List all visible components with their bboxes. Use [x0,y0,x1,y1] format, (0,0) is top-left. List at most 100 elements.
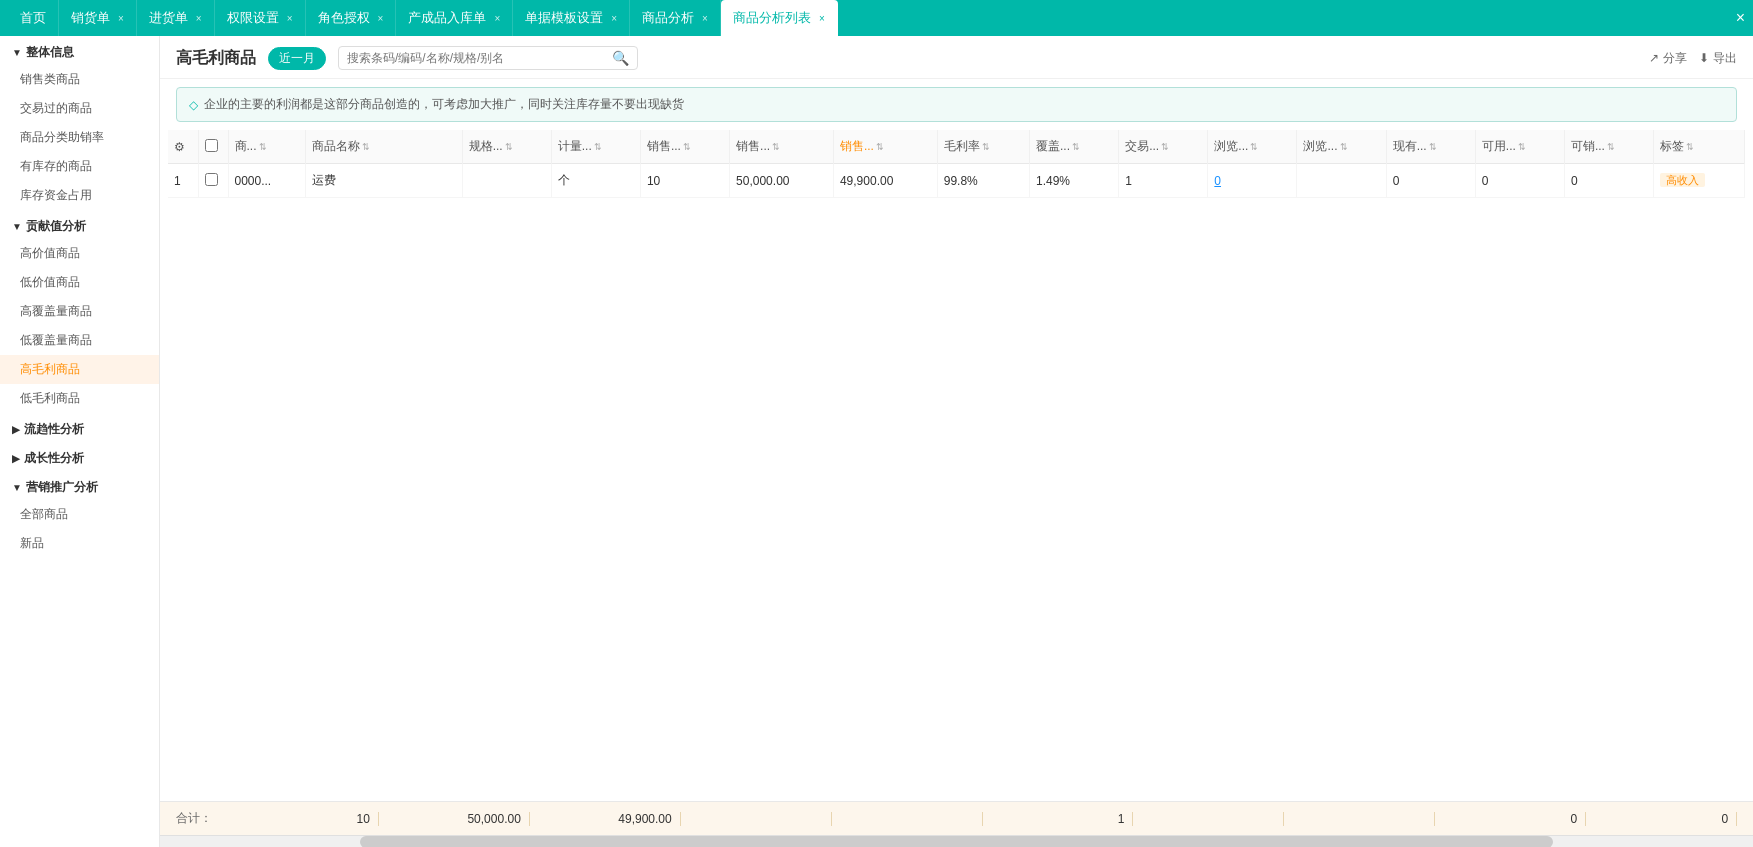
col-spec[interactable]: 规格...⇅ [462,130,551,164]
table-wrapper: ⚙ 商...⇅ 商品名称⇅ 规格...⇅ 计量...⇅ 销售...⇅ 销售...… [160,130,1753,801]
sidebar-item-stocked-goods[interactable]: 有库存的商品 [0,152,159,181]
filter-recent-month-button[interactable]: 近一月 [268,47,326,70]
data-table: ⚙ 商...⇅ 商品名称⇅ 规格...⇅ 计量...⇅ 销售...⇅ 销售...… [168,130,1745,198]
info-icon: ◇ [189,98,198,112]
footer-cell-sales-amount: 50,000.00 [379,812,530,826]
nav-tab-sales-close[interactable]: × [118,13,124,24]
sidebar-section-marketing-arrow: ▼ [12,482,22,493]
cell-saleable-stock: 0 [1564,164,1653,198]
footer-bar: 合计： 10 50,000.00 49,900.00 1 0 0 [160,801,1753,835]
nav-tab-analysis-list-close[interactable]: × [819,13,825,24]
sidebar-section-growth[interactable]: ▶ 成长性分析 [0,442,159,471]
nav-tab-analysis-list[interactable]: 商品分析列表 × [721,0,838,36]
page-title: 高毛利商品 [176,48,256,69]
nav-tab-finished-goods-close[interactable]: × [494,13,500,24]
col-trade[interactable]: 交易...⇅ [1119,130,1208,164]
export-icon: ⬇ [1699,51,1709,65]
nav-tab-finished-goods[interactable]: 产成品入库单 × [396,0,513,36]
search-input[interactable] [347,51,612,65]
col-current-stock[interactable]: 现有...⇅ [1386,130,1475,164]
sidebar-collapse-btn[interactable]: 《 [159,424,160,460]
nav-tab-purchase-close[interactable]: × [196,13,202,24]
export-button[interactable]: ⬇ 导出 [1699,50,1737,67]
top-nav: 首页 销货单 × 进货单 × 权限设置 × 角色授权 × 产成品入库单 × 单据… [0,0,1753,36]
sidebar-section-overall-arrow: ▼ [12,47,22,58]
sidebar-section-contribution[interactable]: ▼ 贡献值分析 [0,210,159,239]
nav-tab-template[interactable]: 单据模板设置 × [513,0,630,36]
nav-tab-home[interactable]: 首页 [8,0,59,36]
col-tag[interactable]: 标签⇅ [1654,130,1745,164]
col-available-stock[interactable]: 可用...⇅ [1475,130,1564,164]
cell-browse1[interactable]: 0 [1208,164,1297,198]
cell-sales-amount: 50,000.00 [730,164,834,198]
sidebar-section-trend[interactable]: ▶ 流趋性分析 [0,413,159,442]
nav-tab-template-close[interactable]: × [611,13,617,24]
col-name[interactable]: 商品名称⇅ [306,130,462,164]
col-settings[interactable]: ⚙ [168,130,198,164]
bottom-scrollbar-thumb[interactable] [360,836,1553,847]
nav-tab-analysis-label: 商品分析 [642,9,694,27]
search-icon[interactable]: 🔍 [612,50,629,66]
sidebar-section-marketing-label: 营销推广分析 [26,479,98,496]
sidebar-item-high-coverage[interactable]: 高覆盖量商品 [0,297,159,326]
cell-browse2 [1297,164,1386,198]
sidebar-item-high-margin[interactable]: 高毛利商品 [0,355,159,384]
info-banner: ◇ 企业的主要的利润都是这部分商品创造的，可考虑加大推广，同时关注库存量不要出现… [176,87,1737,122]
col-sales-profit[interactable]: 销售...⇅ [833,130,937,164]
cell-trade: 1 [1119,164,1208,198]
nav-tab-purchase-label: 进货单 [149,9,188,27]
share-button[interactable]: ↗ 分享 [1649,50,1687,67]
export-label: 导出 [1713,50,1737,67]
sidebar-item-traded-goods[interactable]: 交易过的商品 [0,94,159,123]
sidebar-section-marketing[interactable]: ▼ 营销推广分析 [0,471,159,500]
sidebar-section-overall[interactable]: ▼ 整体信息 [0,36,159,65]
col-saleable-stock[interactable]: 可销...⇅ [1564,130,1653,164]
cell-checkbox[interactable] [198,164,228,198]
nav-tab-purchase[interactable]: 进货单 × [137,0,215,36]
col-code[interactable]: 商...⇅ [228,130,306,164]
cell-unit: 个 [551,164,640,198]
sidebar-item-all-goods[interactable]: 全部商品 [0,500,159,529]
sidebar-item-new-goods[interactable]: 新品 [0,529,159,558]
nav-global-close[interactable]: × [1736,9,1745,27]
cell-index: 1 [168,164,198,198]
col-gross-margin[interactable]: 毛利率⇅ [937,130,1029,164]
sidebar-item-sales-goods[interactable]: 销售类商品 [0,65,159,94]
sidebar-item-low-margin[interactable]: 低毛利商品 [0,384,159,413]
cell-current-stock: 0 [1386,164,1475,198]
col-coverage[interactable]: 覆盖...⇅ [1030,130,1119,164]
cell-coverage: 1.49% [1030,164,1119,198]
select-all-checkbox[interactable] [205,139,218,152]
bottom-scrollbar[interactable] [160,835,1753,847]
footer-cell-empty4 [1284,812,1435,826]
col-checkbox[interactable] [198,130,228,164]
sidebar-item-stock-capital[interactable]: 库存资金占用 [0,181,159,210]
share-label: 分享 [1663,50,1687,67]
sidebar-item-high-value[interactable]: 高价值商品 [0,239,159,268]
sidebar-section-contribution-label: 贡献值分析 [26,218,86,235]
nav-tab-permissions[interactable]: 权限设置 × [215,0,306,36]
nav-tab-analysis-close[interactable]: × [702,13,708,24]
col-sales-qty[interactable]: 销售...⇅ [640,130,729,164]
col-browse1[interactable]: 浏览...⇅ [1208,130,1297,164]
footer-cell-current-stock: 0 [1435,812,1586,826]
nav-tab-sales[interactable]: 销货单 × [59,0,137,36]
col-sales-amount[interactable]: 销售...⇅ [730,130,834,164]
row-checkbox[interactable] [205,173,218,186]
cell-tag: 高收入 [1654,164,1745,198]
sidebar-section-contribution-arrow: ▼ [12,221,22,232]
content-header: 高毛利商品 近一月 🔍 ↗ 分享 ⬇ 导出 [160,36,1753,79]
footer-cell-empty1 [681,812,832,826]
sidebar-item-category-rate[interactable]: 商品分类助销率 [0,123,159,152]
col-browse2[interactable]: 浏览...⇅ [1297,130,1386,164]
footer-cell-available-stock: 0 [1586,812,1737,826]
col-unit[interactable]: 计量...⇅ [551,130,640,164]
nav-tab-analysis[interactable]: 商品分析 × [630,0,721,36]
sidebar-item-low-value[interactable]: 低价值商品 [0,268,159,297]
sidebar-item-low-coverage[interactable]: 低覆盖量商品 [0,326,159,355]
nav-tab-permissions-close[interactable]: × [287,13,293,24]
nav-tab-roles[interactable]: 角色授权 × [306,0,397,36]
nav-tab-roles-close[interactable]: × [378,13,384,24]
content-area: 高毛利商品 近一月 🔍 ↗ 分享 ⬇ 导出 ◇ 企业的主要的利润都是这部分商品创… [160,36,1753,847]
cell-sales-qty: 10 [640,164,729,198]
